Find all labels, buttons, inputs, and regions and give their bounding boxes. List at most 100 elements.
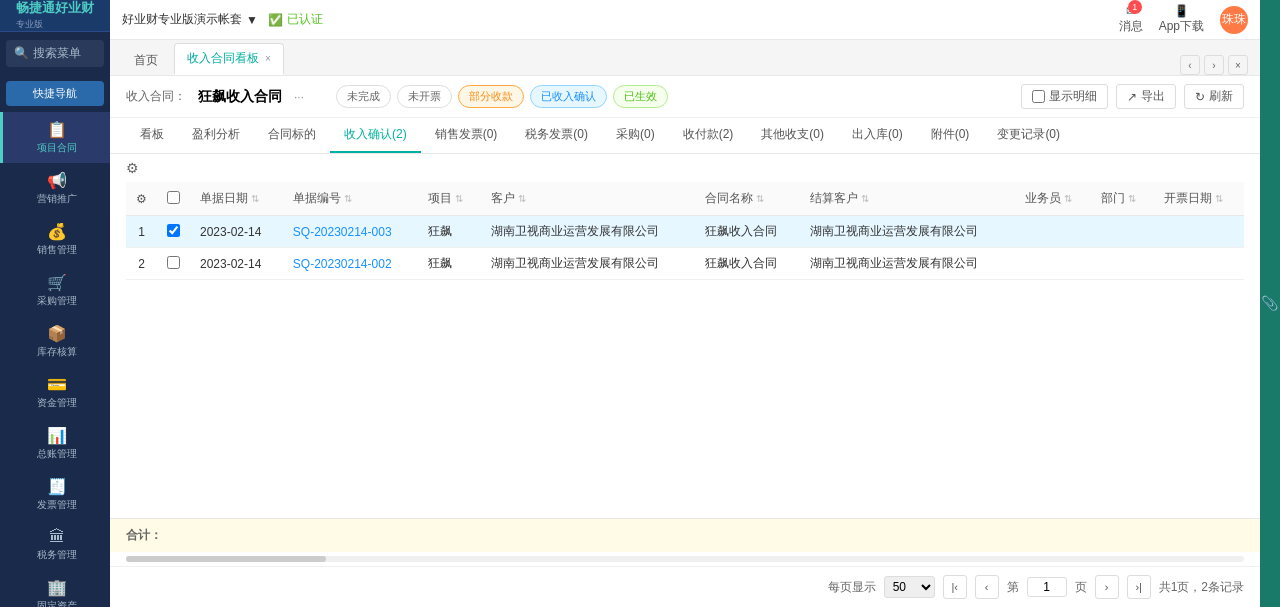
row-checkbox[interactable] — [167, 256, 180, 269]
refresh-label: 刷新 — [1209, 88, 1233, 105]
contract-title: 狂飙收入合同 — [198, 88, 282, 106]
revenue-table: ⚙ 单据日期 单据编号 项目 客户 合同名称 结算客户 业务员 部门 开票日期 — [126, 182, 1244, 280]
tab-prev-button[interactable]: ‹ — [1180, 55, 1200, 75]
right-sidebar[interactable]: 📎 — [1260, 0, 1280, 607]
first-page-button[interactable]: |‹ — [943, 575, 967, 599]
quick-nav-button[interactable]: 快捷导航 — [6, 81, 104, 106]
company-name: 好业财专业版演示帐套 — [122, 11, 242, 28]
horizontal-scrollbar[interactable] — [110, 552, 1260, 566]
table-container: ⚙ 单据日期 单据编号 项目 客户 合同名称 结算客户 业务员 部门 开票日期 — [110, 182, 1260, 518]
th-date[interactable]: 单据日期 — [190, 182, 283, 216]
tab-close-icon[interactable]: × — [265, 53, 271, 64]
select-all-checkbox[interactable] — [167, 191, 180, 204]
sidebar-item-invoice-label: 发票管理 — [37, 498, 77, 512]
th-salesperson[interactable]: 业务员 — [1015, 182, 1091, 216]
tab-close-button[interactable]: × — [1228, 55, 1248, 75]
search-menu-button[interactable]: 🔍 搜索菜单 — [6, 40, 104, 67]
download-icon: 📱 — [1174, 4, 1189, 18]
th-bill-no[interactable]: 单据编号 — [283, 182, 418, 216]
quick-nav-section: 快捷导航 — [0, 75, 110, 112]
status-incomplete[interactable]: 未完成 — [336, 85, 391, 108]
tab-revenue-confirm[interactable]: 收入确认(2) — [330, 118, 421, 153]
sidebar-item-marketing[interactable]: 📢 营销推广 — [0, 163, 110, 214]
last-page-button[interactable]: ›| — [1127, 575, 1151, 599]
bill-no-link[interactable]: SQ-20230214-003 — [293, 225, 392, 239]
sidebar-item-funds[interactable]: 💳 资金管理 — [0, 367, 110, 418]
user-avatar[interactable]: 珠珠 — [1220, 6, 1248, 34]
total-label: 合计： — [126, 527, 162, 544]
tab-tax-invoice[interactable]: 税务发票(0) — [511, 118, 602, 153]
app-name: 畅捷通好业财 — [16, 0, 94, 16]
th-project[interactable]: 项目 — [418, 182, 481, 216]
tab-payment[interactable]: 收付款(2) — [669, 118, 748, 153]
sidebar-item-inventory[interactable]: 📦 库存核算 — [0, 316, 110, 367]
row-checkbox-cell[interactable] — [157, 248, 190, 280]
sidebar-item-purchase[interactable]: 🛒 采购管理 — [0, 265, 110, 316]
row-checkbox[interactable] — [167, 224, 180, 237]
tab-next-button[interactable]: › — [1204, 55, 1224, 75]
sidebar: 畅捷通好业财 专业版 🔍 搜索菜单 快捷导航 📋 项目合同 📢 营销推广 💰 销… — [0, 0, 110, 607]
next-page-button[interactable]: › — [1095, 575, 1119, 599]
row-num: 2 — [126, 248, 157, 280]
per-page-select[interactable]: 50 10 20 100 — [884, 576, 935, 598]
sidebar-item-general[interactable]: 📊 总账管理 — [0, 418, 110, 469]
bill-no-link[interactable]: SQ-20230214-002 — [293, 257, 392, 271]
scroll-thumb[interactable] — [126, 556, 326, 562]
row-customer: 湖南卫视商业运营发展有限公司 — [481, 248, 695, 280]
show-detail-checkbox[interactable]: 显示明细 — [1021, 84, 1108, 109]
status-partial-payment[interactable]: 部分收款 — [458, 85, 524, 108]
tab-contract-target[interactable]: 合同标的 — [254, 118, 330, 153]
sidebar-item-assets[interactable]: 🏢 固定资产 — [0, 570, 110, 607]
row-contract: 狂飙收入合同 — [695, 248, 800, 280]
app-download-button[interactable]: 📱 App下载 — [1159, 4, 1204, 35]
tab-other-income[interactable]: 其他收支(0) — [747, 118, 838, 153]
sidebar-item-project-label: 项目合同 — [37, 141, 77, 155]
message-button[interactable]: ✉ 1 消息 — [1119, 4, 1143, 35]
page-input[interactable] — [1027, 577, 1067, 597]
tab-change-log[interactable]: 变更记录(0) — [983, 118, 1074, 153]
home-tab-label: 首页 — [134, 53, 158, 67]
row-contract: 狂飙收入合同 — [695, 216, 800, 248]
settings-icon[interactable]: ⚙ — [136, 192, 147, 206]
th-customer[interactable]: 客户 — [481, 182, 695, 216]
th-billing-customer[interactable]: 结算客户 — [800, 182, 1014, 216]
table-toolbar: ⚙ — [110, 154, 1260, 182]
row-num: 1 — [126, 216, 157, 248]
topbar: 好业财专业版演示帐套 ▼ ✅ 已认证 ✉ 1 消息 📱 App下载 珠珠 — [110, 0, 1260, 40]
th-department[interactable]: 部门 — [1091, 182, 1154, 216]
home-tab[interactable]: 首页 — [122, 46, 170, 75]
table-settings-icon[interactable]: ⚙ — [126, 160, 139, 176]
company-selector[interactable]: 好业财专业版演示帐套 ▼ — [122, 11, 258, 28]
tab-purchase[interactable]: 采购(0) — [602, 118, 669, 153]
tab-attachment[interactable]: 附件(0) — [917, 118, 984, 153]
tab-profit[interactable]: 盈利分析 — [178, 118, 254, 153]
row-bill-no: SQ-20230214-002 — [283, 248, 418, 280]
status-uninvoiced[interactable]: 未开票 — [397, 85, 452, 108]
th-settings: ⚙ — [126, 182, 157, 216]
avatar-name: 珠珠 — [1222, 11, 1246, 28]
sidebar-item-invoice[interactable]: 🧾 发票管理 — [0, 469, 110, 520]
sidebar-item-project[interactable]: 📋 项目合同 — [0, 112, 110, 163]
th-invoice-date[interactable]: 开票日期 — [1154, 182, 1244, 216]
row-billing-customer: 湖南卫视商业运营发展有限公司 — [800, 216, 1014, 248]
tab-warehouse[interactable]: 出入库(0) — [838, 118, 917, 153]
tab-kanban[interactable]: 看板 — [126, 118, 178, 153]
tab-sales-invoice[interactable]: 销售发票(0) — [421, 118, 512, 153]
th-contract[interactable]: 合同名称 — [695, 182, 800, 216]
status-effective[interactable]: 已生效 — [613, 85, 668, 108]
row-checkbox-cell[interactable] — [157, 216, 190, 248]
contract-board-tab[interactable]: 收入合同看板 × — [174, 43, 284, 75]
show-detail-input[interactable] — [1032, 90, 1045, 103]
inventory-icon: 📦 — [47, 324, 67, 343]
sidebar-item-tax[interactable]: 🏛 税务管理 — [0, 520, 110, 570]
tabbar: 首页 收入合同看板 × ‹ › × — [110, 40, 1260, 76]
sidebar-item-sales[interactable]: 💰 销售管理 — [0, 214, 110, 265]
contract-status-group: 未完成 未开票 部分收款 已收入确认 已生效 — [336, 85, 668, 108]
more-options-icon[interactable]: ··· — [294, 90, 304, 104]
export-button[interactable]: ↗ 导出 — [1116, 84, 1176, 109]
prev-page-button[interactable]: ‹ — [975, 575, 999, 599]
refresh-button[interactable]: ↻ 刷新 — [1184, 84, 1244, 109]
search-menu-section: 🔍 搜索菜单 — [0, 32, 110, 75]
status-revenue-confirmed[interactable]: 已收入确认 — [530, 85, 607, 108]
row-salesperson — [1015, 216, 1091, 248]
